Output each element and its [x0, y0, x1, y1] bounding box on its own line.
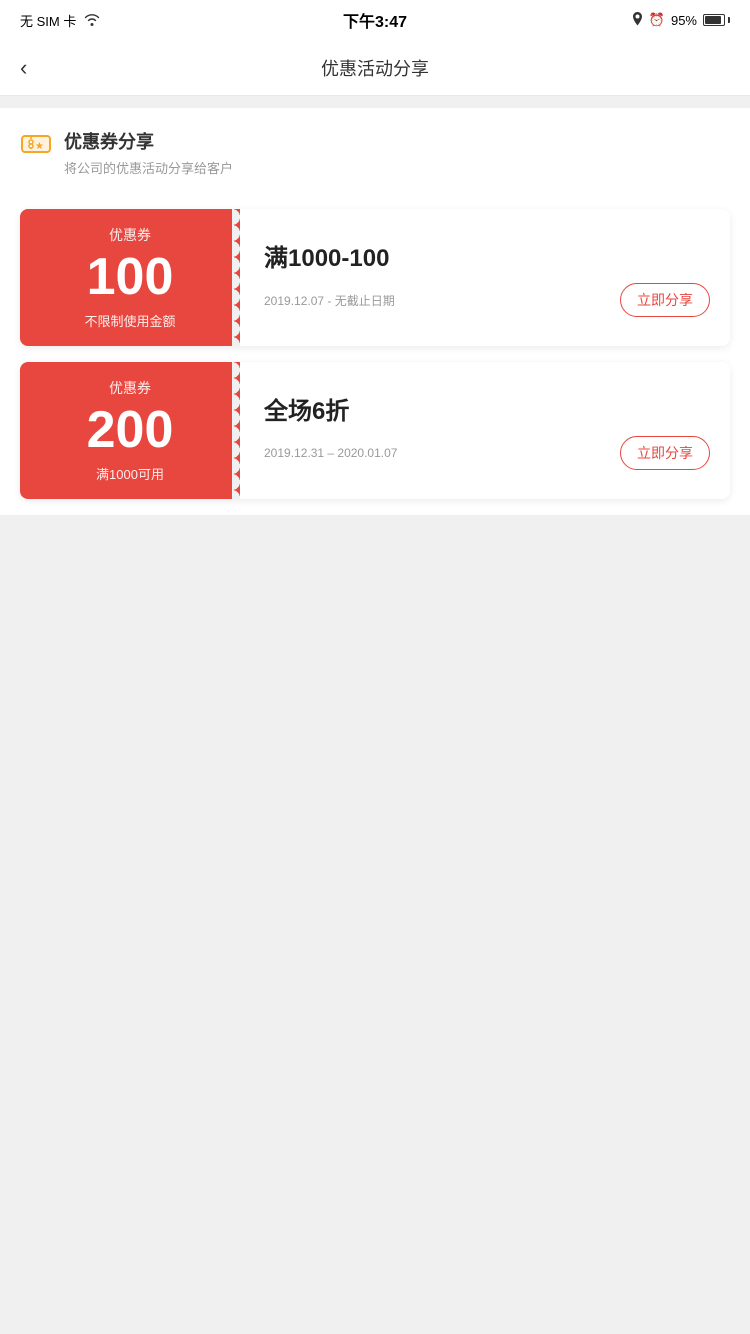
- coupon-list: 优惠券 100 不限制使用金额 满1000-100 2019.12.07 - 无…: [0, 193, 750, 515]
- coupon-type-1: 优惠券: [109, 225, 151, 245]
- share-button-2[interactable]: 立即分享: [620, 436, 710, 470]
- coupon-share-icon: ★: [20, 128, 52, 160]
- coupon-amount-1: 100: [87, 251, 174, 303]
- carrier-label: 无 SIM 卡: [20, 11, 76, 30]
- status-time: 下午3:47: [343, 8, 407, 32]
- coupon-condition-2: 满1000可用: [96, 464, 164, 483]
- location-icon: [632, 12, 643, 29]
- coupon-left-1: 优惠券 100 不限制使用金额: [20, 209, 240, 346]
- coupon-right-2: 全场6折 2019.12.31 – 2020.01.07 立即分享: [240, 362, 730, 499]
- coupon-name-1: 满1000-100: [264, 238, 710, 273]
- coupon-right-1: 满1000-100 2019.12.07 - 无截止日期 立即分享: [240, 209, 730, 346]
- bottom-area: [0, 515, 750, 1015]
- section-header: ★ 优惠券分享 将公司的优惠活动分享给客户: [0, 108, 750, 193]
- coupon-left-2: 优惠券 200 满1000可用: [20, 362, 240, 499]
- page-title: 优惠活动分享: [321, 55, 429, 81]
- coupon-type-2: 优惠券: [109, 378, 151, 398]
- coupon-meta-1: 2019.12.07 - 无截止日期 立即分享: [264, 283, 710, 317]
- coupon-amount-2: 200: [87, 404, 174, 456]
- nav-bar: ‹ 优惠活动分享: [0, 40, 750, 96]
- battery-icon: [703, 14, 730, 26]
- coupon-condition-1: 不限制使用金额: [84, 311, 175, 330]
- coupon-meta-2: 2019.12.31 – 2020.01.07 立即分享: [264, 436, 710, 470]
- section-text: 优惠券分享 将公司的优惠活动分享给客户: [64, 128, 233, 177]
- back-button[interactable]: ‹: [20, 55, 27, 81]
- coupon-card-1: 优惠券 100 不限制使用金额 满1000-100 2019.12.07 - 无…: [20, 209, 730, 346]
- share-button-1[interactable]: 立即分享: [620, 283, 710, 317]
- svg-text:★: ★: [35, 141, 44, 152]
- status-bar: 无 SIM 卡 下午3:47 ⏰ 95%: [0, 0, 750, 40]
- alarm-icon: ⏰: [649, 12, 665, 28]
- coupon-card-2: 优惠券 200 满1000可用 全场6折 2019.12.31 – 2020.0…: [20, 362, 730, 499]
- coupon-name-2: 全场6折: [264, 391, 710, 426]
- battery-percent: 95%: [671, 13, 697, 28]
- separator-top: [0, 96, 750, 108]
- coupon-date-2: 2019.12.31 – 2020.01.07: [264, 446, 612, 460]
- status-left: 无 SIM 卡: [20, 11, 100, 30]
- section-subtitle: 将公司的优惠活动分享给客户: [64, 158, 233, 177]
- section-title: 优惠券分享: [64, 128, 233, 154]
- wifi-icon: [84, 12, 100, 29]
- status-right: ⏰ 95%: [632, 12, 730, 29]
- coupon-date-1: 2019.12.07 - 无截止日期: [264, 292, 612, 309]
